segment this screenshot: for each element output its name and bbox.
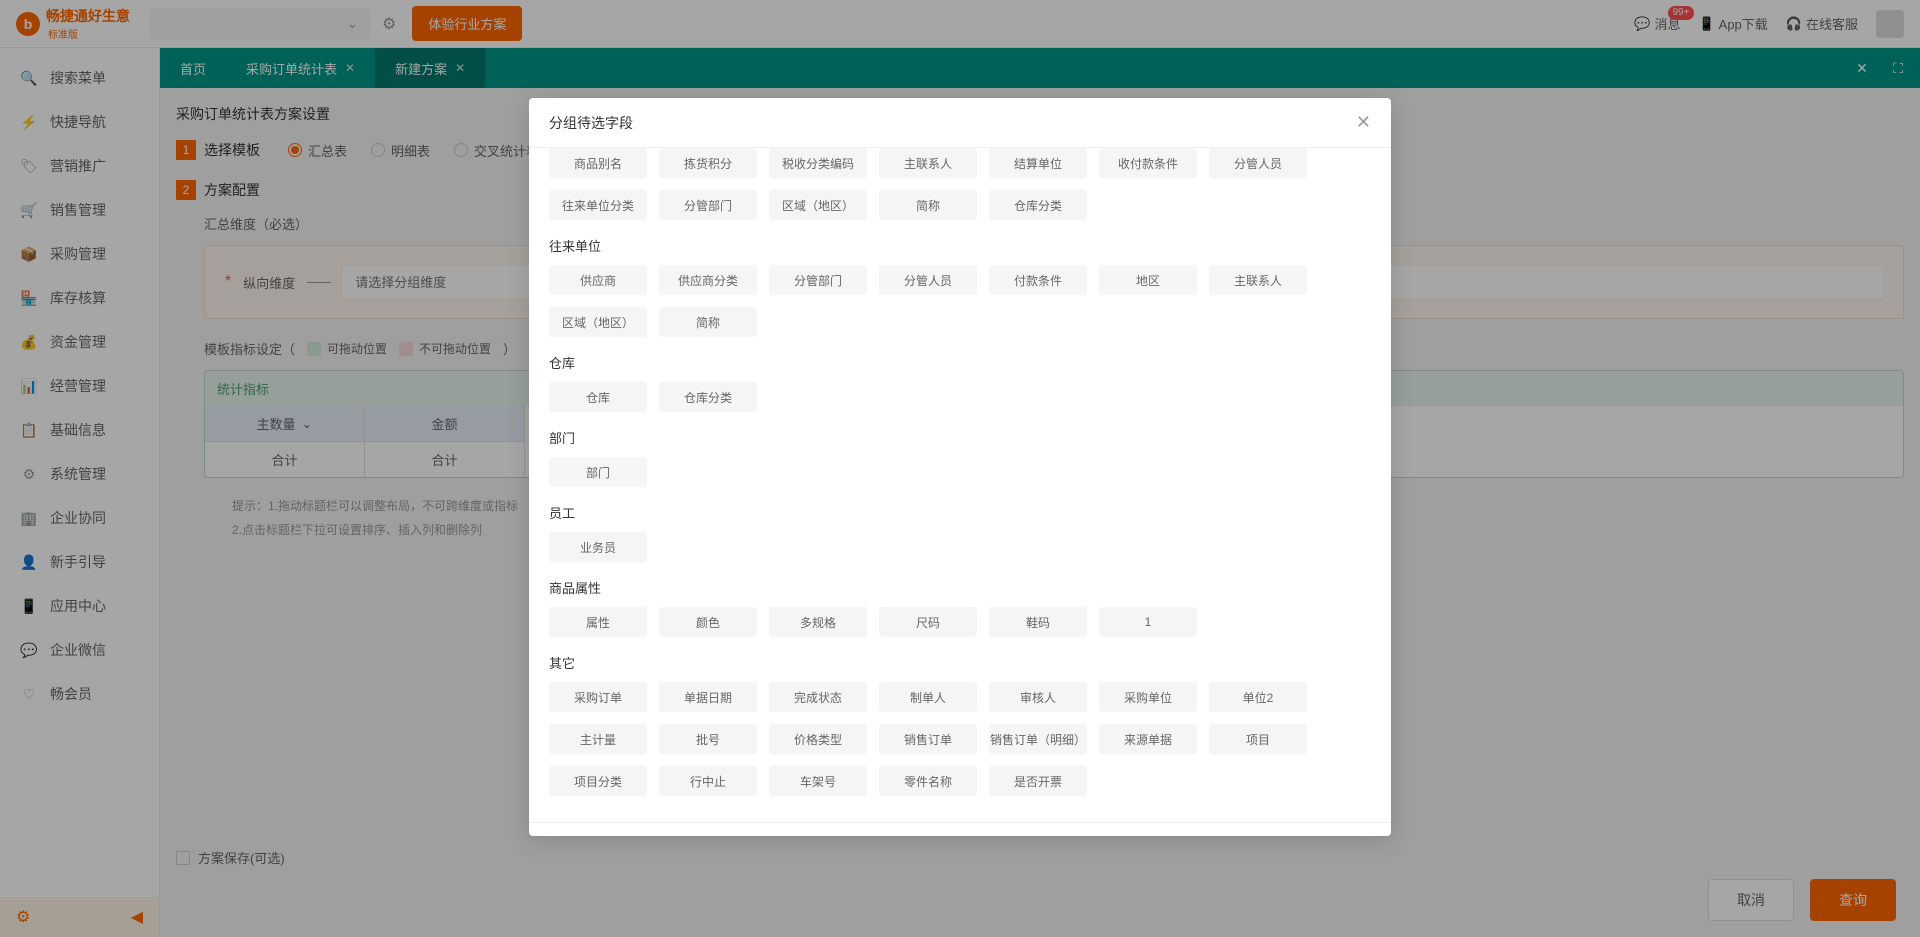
field-chip[interactable]: 简称 [879, 190, 977, 220]
field-chip[interactable]: 采购订单 [549, 682, 647, 712]
field-chip[interactable]: 供应商 [549, 265, 647, 295]
field-chip[interactable]: 业务员 [549, 532, 647, 562]
field-chip[interactable]: 完成状态 [769, 682, 867, 712]
field-chip[interactable]: 鞋码 [989, 607, 1087, 637]
field-chip[interactable]: 主计量 [549, 724, 647, 754]
field-chip[interactable]: 结算单位 [989, 148, 1087, 178]
field-group-4: 员工业务员 [549, 503, 1371, 562]
field-chip[interactable]: 批号 [659, 724, 757, 754]
field-chip[interactable]: 商品别名 [549, 148, 647, 178]
field-chip[interactable]: 采购单位 [1099, 682, 1197, 712]
modal-horizontal-scrollbar[interactable] [529, 822, 1391, 836]
field-group-5: 商品属性属性颜色多规格尺码鞋码 1 [549, 578, 1371, 637]
field-chip[interactable]: 往来单位分类 [549, 190, 647, 220]
field-chip[interactable]: 分管部门 [769, 265, 867, 295]
field-chip[interactable]: 供应商分类 [659, 265, 757, 295]
field-chip[interactable]: 仓库分类 [659, 382, 757, 412]
field-chip[interactable]: 是否开票 [989, 766, 1087, 796]
field-chip[interactable]: 尺码 [879, 607, 977, 637]
field-chip[interactable]: 多规格 [769, 607, 867, 637]
field-chip[interactable]: 拣货积分 [659, 148, 757, 178]
field-group-title: 员工 [549, 503, 1371, 522]
field-select-modal: 分组待选字段 ✕ 商品别名拣货积分税收分类编码主联系人结算单位收付款条件分管人员… [529, 98, 1391, 836]
field-chip[interactable]: 分管人员 [1209, 148, 1307, 178]
field-chip[interactable]: 销售订单（明细） [989, 724, 1087, 754]
field-chip[interactable]: 分管人员 [879, 265, 977, 295]
modal-header: 分组待选字段 ✕ [529, 98, 1391, 148]
field-group-title: 往来单位 [549, 236, 1371, 255]
field-group-title: 其它 [549, 653, 1371, 672]
field-chip[interactable]: 属性 [549, 607, 647, 637]
field-chip[interactable]: 零件名称 [879, 766, 977, 796]
field-chip[interactable]: 收付款条件 [1099, 148, 1197, 178]
field-chip[interactable]: 单位2 [1209, 682, 1307, 712]
field-group-1: 往来单位供应商供应商分类分管部门分管人员付款条件地区主联系人区域（地区） 简称 [549, 236, 1371, 337]
field-chip[interactable]: 颜色 [659, 607, 757, 637]
field-group-title: 仓库 [549, 353, 1371, 372]
field-chip[interactable]: 税收分类编码 [769, 148, 867, 178]
field-chip[interactable]: 仓库 [549, 382, 647, 412]
field-chip[interactable]: 项目分类 [549, 766, 647, 796]
modal-close-button[interactable]: ✕ [1356, 112, 1371, 133]
field-chip[interactable]: 付款条件 [989, 265, 1087, 295]
field-chip[interactable]: 主联系人 [879, 148, 977, 178]
field-chip[interactable]: 审核人 [989, 682, 1087, 712]
field-group-6: 其它采购订单单据日期完成状态制单人审核人采购单位单位2主计量批号价格类型销售订单… [549, 653, 1371, 796]
field-chip[interactable]: 单据日期 [659, 682, 757, 712]
field-chip[interactable]: 1 [1099, 607, 1197, 637]
field-chip[interactable]: 来源单据 [1099, 724, 1197, 754]
field-chip[interactable]: 区域（地区） [549, 307, 647, 337]
field-group-0: 商品别名拣货积分税收分类编码主联系人结算单位收付款条件分管人员往来单位分类分管部… [549, 148, 1371, 220]
field-chip[interactable]: 分管部门 [659, 190, 757, 220]
field-chip[interactable]: 行中止 [659, 766, 757, 796]
field-chip[interactable]: 部门 [549, 457, 647, 487]
field-chip[interactable]: 项目 [1209, 724, 1307, 754]
field-chip[interactable]: 区域（地区） [769, 190, 867, 220]
modal-body: 商品别名拣货积分税收分类编码主联系人结算单位收付款条件分管人员往来单位分类分管部… [529, 148, 1391, 822]
modal-title: 分组待选字段 [549, 113, 633, 133]
field-group-3: 部门部门 [549, 428, 1371, 487]
field-chip[interactable]: 车架号 [769, 766, 867, 796]
field-chip[interactable]: 制单人 [879, 682, 977, 712]
field-group-title: 商品属性 [549, 578, 1371, 597]
field-chip[interactable]: 简称 [659, 307, 757, 337]
field-chip[interactable]: 地区 [1099, 265, 1197, 295]
field-chip[interactable]: 销售订单 [879, 724, 977, 754]
field-chip[interactable]: 价格类型 [769, 724, 867, 754]
field-group-title: 部门 [549, 428, 1371, 447]
field-group-2: 仓库仓库仓库分类 [549, 353, 1371, 412]
field-chip[interactable]: 仓库分类 [989, 190, 1087, 220]
field-chip[interactable]: 主联系人 [1209, 265, 1307, 295]
